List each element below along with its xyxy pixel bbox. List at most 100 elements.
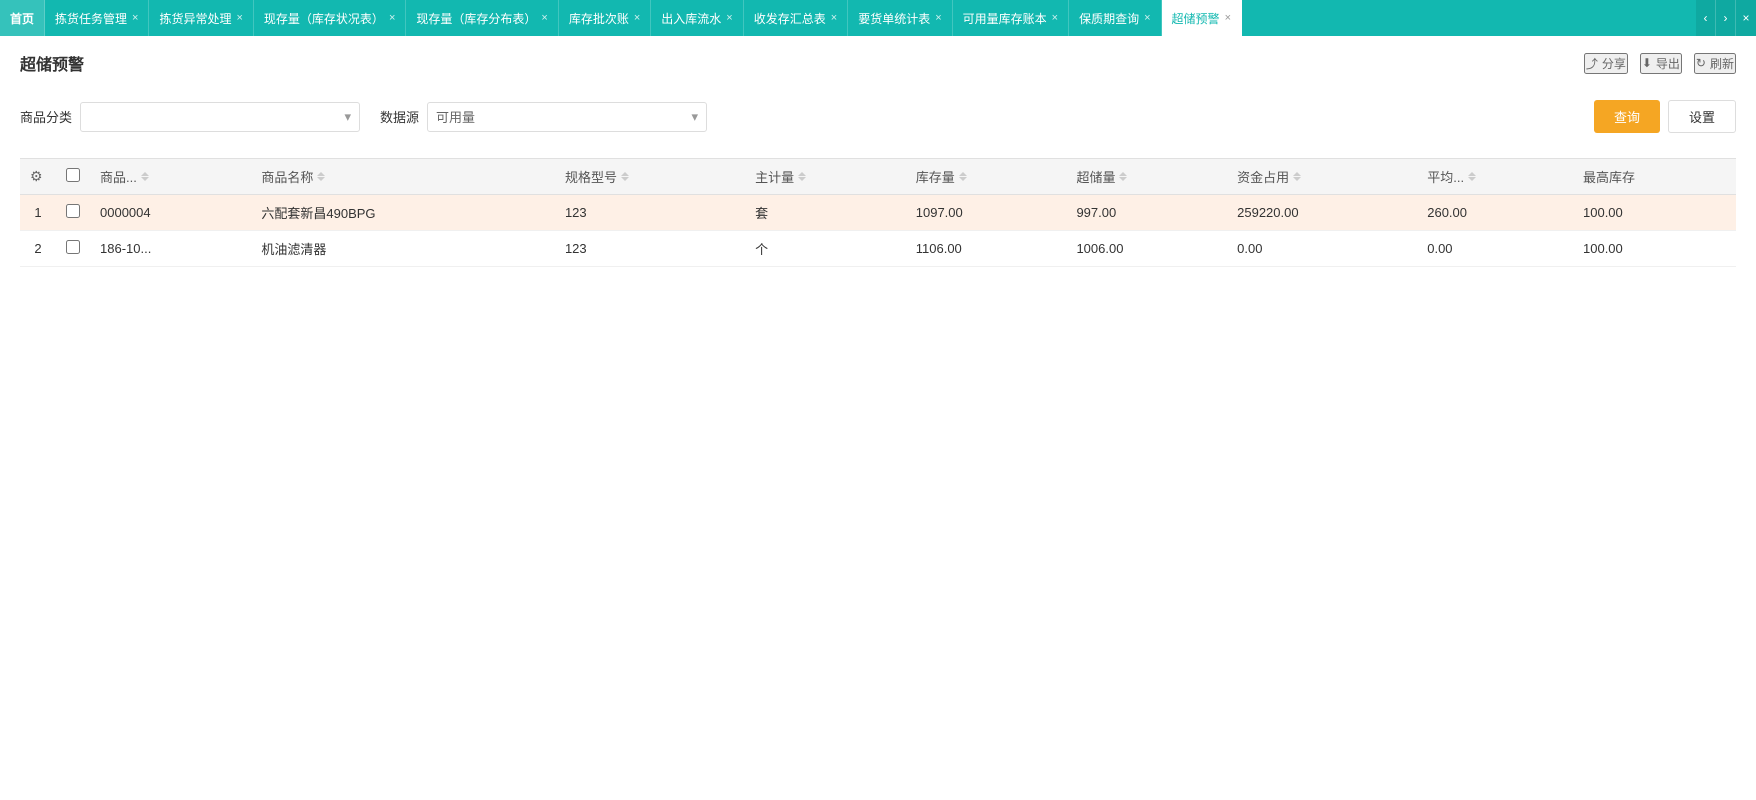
table-row: 2 186-10... 机油滤清器 123 个 1106.00 1006.00 … (20, 231, 1736, 267)
table-header-row: ⚙ 商品... 商品名称 (20, 159, 1736, 195)
datasource-label: 数据源 (380, 107, 419, 126)
cell-product-code-0: 0000004 (90, 195, 251, 231)
nav-close-batch-ledger[interactable]: × (634, 12, 640, 24)
nav-arrow-right[interactable]: › (1716, 0, 1736, 36)
row-num-0: 1 (20, 195, 56, 231)
row-checkbox-0[interactable] (66, 204, 80, 218)
sort-stock-icon[interactable] (959, 172, 967, 181)
sort-product-name-icon[interactable] (317, 172, 325, 181)
nav-item-inventory-status[interactable]: 现存量（库存状况表） × (254, 0, 406, 36)
nav-arrows: ‹ › × (1696, 0, 1756, 36)
category-filter-group: 商品分类 ▾ (20, 102, 360, 132)
share-icon: ⤴ (1586, 55, 1598, 72)
th-product-code: 商品... (90, 159, 251, 195)
nav-item-home[interactable]: 首页 (0, 0, 45, 36)
cell-stock-0: 1097.00 (906, 195, 1067, 231)
cell-stock-1: 1106.00 (906, 231, 1067, 267)
category-select[interactable]: ▾ (80, 102, 360, 132)
datasource-arrow-icon: ▾ (692, 109, 699, 125)
nav-close-order-stats[interactable]: × (935, 12, 941, 24)
category-arrow-icon: ▾ (344, 109, 351, 125)
th-checkbox (56, 159, 90, 195)
nav-close-pick-task[interactable]: × (132, 12, 138, 24)
nav-close-inout-flow[interactable]: × (726, 12, 732, 24)
th-max-stock: 最高库存 (1573, 159, 1736, 195)
nav-item-receive-summary[interactable]: 收发存汇总表 × (744, 0, 848, 36)
nav-item-inventory-dist[interactable]: 现存量（库存分布表） × (406, 0, 558, 36)
th-overstock: 超储量 (1066, 159, 1227, 195)
share-button[interactable]: ⤴ 分享 (1584, 53, 1628, 74)
sort-unit-icon[interactable] (798, 172, 806, 181)
refresh-icon: ↻ (1696, 56, 1706, 70)
nav-close-all[interactable]: × (1736, 0, 1756, 36)
settings-button[interactable]: 设置 (1668, 100, 1736, 133)
cell-product-name-1: 机油滤清器 (251, 231, 555, 267)
settings-gear-icon[interactable]: ⚙ (30, 168, 43, 185)
nav-item-pick-task[interactable]: 拣货任务管理 × (45, 0, 149, 36)
cell-spec-0: 123 (555, 195, 745, 231)
page-container: 超储预警 ⤴ 分享 ⬇ 导出 ↻ 刷新 商品分类 ▾ 数据源 (0, 36, 1756, 800)
nav-close-receive-summary[interactable]: × (831, 12, 837, 24)
nav-item-inout-flow[interactable]: 出入库流水 × (651, 0, 743, 36)
cell-capital-1: 0.00 (1227, 231, 1417, 267)
nav-item-order-stats[interactable]: 要货单统计表 × (848, 0, 952, 36)
cell-product-code-1: 186-10... (90, 231, 251, 267)
filter-buttons: 查询 设置 (1594, 100, 1736, 133)
nav-close-available-ledger[interactable]: × (1052, 12, 1058, 24)
nav-item-pick-exception[interactable]: 拣货异常处理 × (149, 0, 253, 36)
cell-spec-1: 123 (555, 231, 745, 267)
filter-row: 商品分类 ▾ 数据源 可用量 ▾ 查询 设置 (20, 90, 1736, 143)
cell-overstock-0: 997.00 (1066, 195, 1227, 231)
sort-product-code-icon[interactable] (141, 172, 149, 181)
header-actions: ⤴ 分享 ⬇ 导出 ↻ 刷新 (1584, 53, 1736, 74)
nav-close-overstock-warning[interactable]: × (1225, 12, 1231, 24)
row-num-1: 2 (20, 231, 56, 267)
cell-overstock-1: 1006.00 (1066, 231, 1227, 267)
table-row: 1 0000004 六配套新昌490BPG 123 套 1097.00 997.… (20, 195, 1736, 231)
data-table: ⚙ 商品... 商品名称 (20, 158, 1736, 267)
refresh-button[interactable]: ↻ 刷新 (1694, 53, 1736, 74)
export-icon: ⬇ (1642, 56, 1652, 70)
category-label: 商品分类 (20, 107, 72, 126)
cell-avg-1: 0.00 (1417, 231, 1573, 267)
table-body: 1 0000004 六配套新昌490BPG 123 套 1097.00 997.… (20, 195, 1736, 267)
nav-arrow-left[interactable]: ‹ (1696, 0, 1716, 36)
nav-item-expiry-query[interactable]: 保质期查询 × (1069, 0, 1161, 36)
th-unit: 主计量 (745, 159, 906, 195)
row-checkbox-cell-1 (56, 231, 90, 267)
top-nav: 首页 拣货任务管理 × 拣货异常处理 × 现存量（库存状况表） × 现存量（库存… (0, 0, 1756, 36)
select-all-checkbox[interactable] (66, 168, 80, 182)
row-checkbox-cell-0 (56, 195, 90, 231)
page-title: 超储预警 (20, 51, 84, 75)
cell-max-stock-1: 100.00 (1573, 231, 1736, 267)
datasource-select[interactable]: 可用量 ▾ (427, 102, 707, 132)
th-product-name: 商品名称 (251, 159, 555, 195)
nav-item-available-ledger[interactable]: 可用量库存账本 × (953, 0, 1069, 36)
export-button[interactable]: ⬇ 导出 (1640, 53, 1682, 74)
row-checkbox-1[interactable] (66, 240, 80, 254)
datasource-value: 可用量 (436, 107, 475, 126)
th-spec: 规格型号 (555, 159, 745, 195)
cell-max-stock-0: 100.00 (1573, 195, 1736, 231)
th-capital: 资金占用 (1227, 159, 1417, 195)
nav-close-expiry-query[interactable]: × (1144, 12, 1150, 24)
query-button[interactable]: 查询 (1594, 100, 1660, 133)
th-avg: 平均... (1417, 159, 1573, 195)
nav-close-inventory-dist[interactable]: × (541, 12, 547, 24)
nav-close-inventory-status[interactable]: × (389, 12, 395, 24)
th-stock: 库存量 (906, 159, 1067, 195)
sort-capital-icon[interactable] (1293, 172, 1301, 181)
cell-product-name-0: 六配套新昌490BPG (251, 195, 555, 231)
cell-unit-1: 个 (745, 231, 906, 267)
cell-capital-0: 259220.00 (1227, 195, 1417, 231)
sort-overstock-icon[interactable] (1119, 172, 1127, 181)
cell-unit-0: 套 (745, 195, 906, 231)
sort-avg-icon[interactable] (1468, 172, 1476, 181)
datasource-filter-group: 数据源 可用量 ▾ (380, 102, 707, 132)
page-header: 超储预警 ⤴ 分享 ⬇ 导出 ↻ 刷新 (20, 51, 1736, 75)
sort-spec-icon[interactable] (621, 172, 629, 181)
th-settings: ⚙ (20, 159, 56, 195)
nav-item-overstock-warning[interactable]: 超储预警 × (1162, 0, 1242, 36)
nav-item-batch-ledger[interactable]: 库存批次账 × (559, 0, 651, 36)
nav-close-pick-exception[interactable]: × (236, 12, 242, 24)
